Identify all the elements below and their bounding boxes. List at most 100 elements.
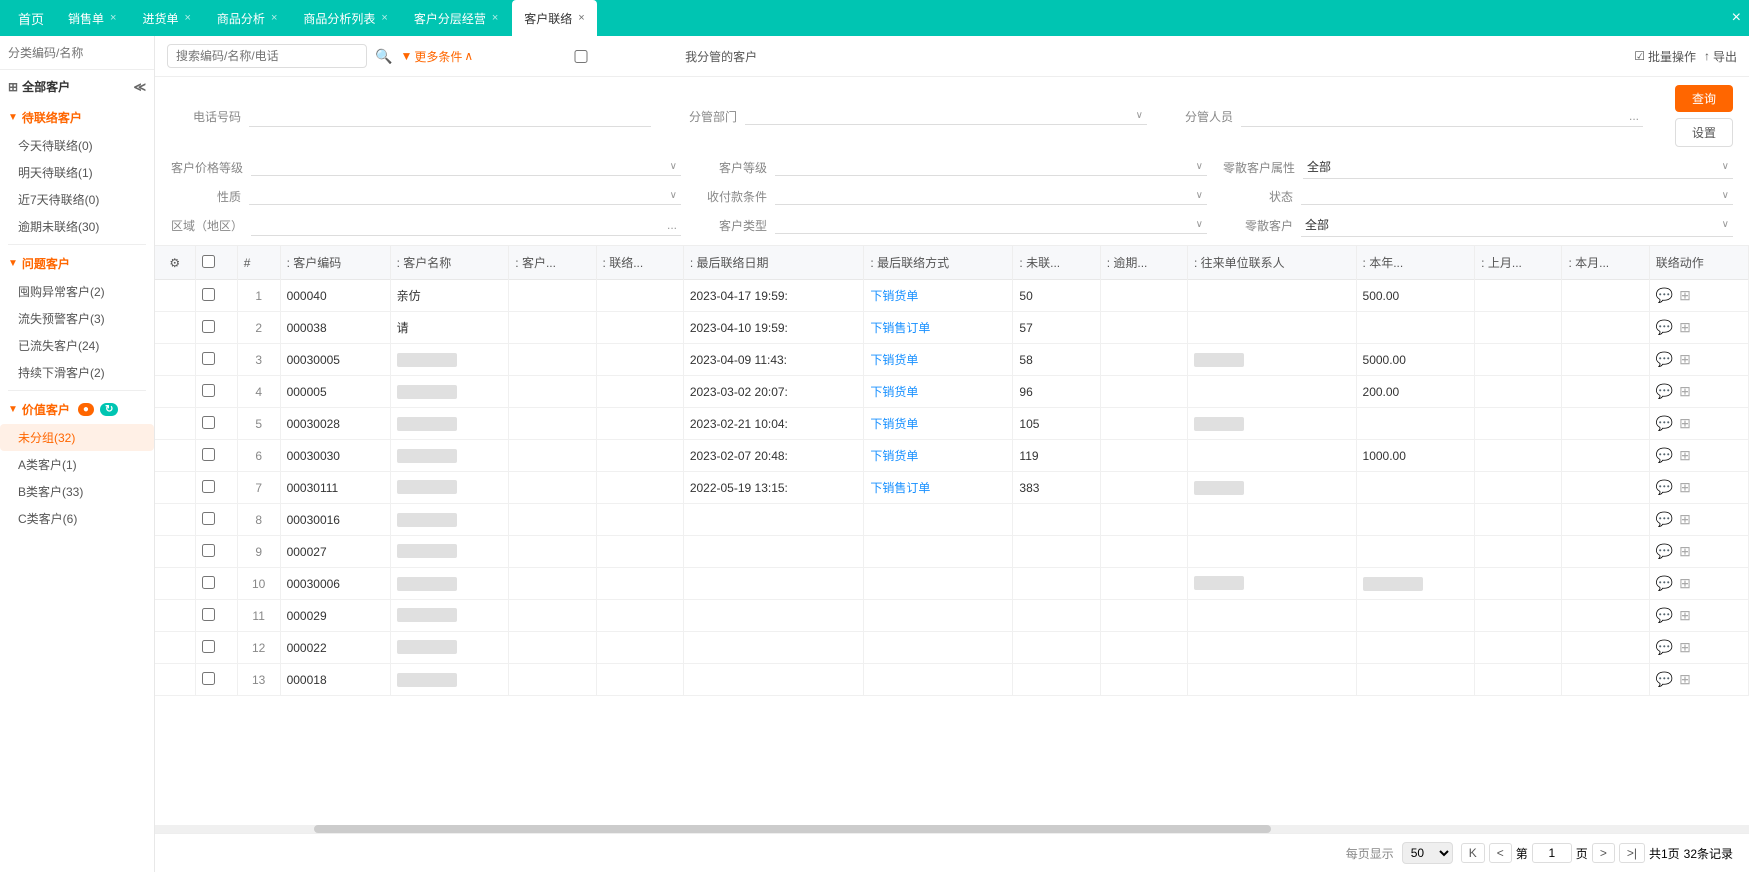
th-last-method[interactable]: : 最后联络方式 <box>864 246 1013 280</box>
td-row-last-method[interactable] <box>864 504 1013 536</box>
sidebar-item-declining[interactable]: 持续下滑客户(2) <box>0 359 154 386</box>
close-all-btn[interactable]: × <box>1732 9 1741 27</box>
close-sales-tab[interactable]: × <box>110 12 116 24</box>
td-row-check[interactable] <box>195 664 237 696</box>
td-row-last-method[interactable] <box>864 664 1013 696</box>
last-method-link[interactable]: 下销售订单 <box>870 321 930 335</box>
more-action-icon[interactable]: ⊞ <box>1679 479 1691 496</box>
filter-payment-select[interactable]: ∨ <box>775 187 1207 205</box>
row-checkbox[interactable] <box>202 608 215 621</box>
th-name[interactable]: : 客户名称 <box>390 246 509 280</box>
last-method-link[interactable]: 下销货单 <box>870 289 918 303</box>
contact-icon[interactable]: 💬 <box>1656 479 1673 496</box>
region-dots[interactable]: ... <box>667 218 677 232</box>
row-checkbox[interactable] <box>202 576 215 589</box>
nav-tab-sales[interactable]: 销售单 × <box>56 0 128 36</box>
my-customers-filter[interactable]: 我分管的客户 <box>481 48 757 65</box>
filter-nature-select[interactable]: ∨ <box>249 187 681 205</box>
contact-icon[interactable]: 💬 <box>1656 575 1673 592</box>
contact-icon[interactable]: 💬 <box>1656 447 1673 464</box>
prev-page-btn[interactable]: < <box>1489 843 1512 863</box>
filter-phone-input[interactable] <box>249 106 651 127</box>
contact-icon[interactable]: 💬 <box>1656 287 1673 304</box>
sidebar-item-tomorrow[interactable]: 明天待联络(1) <box>0 159 154 186</box>
close-analysis-list-tab[interactable]: × <box>381 12 387 24</box>
contact-icon[interactable]: 💬 <box>1656 415 1673 432</box>
nav-tab-customer-seg[interactable]: 客户分层经营 × <box>402 0 510 36</box>
td-row-last-method[interactable]: 下销售订单 <box>864 312 1013 344</box>
td-row-last-method[interactable]: 下销货单 <box>864 376 1013 408</box>
th-check[interactable] <box>195 246 237 280</box>
more-action-icon[interactable]: ⊞ <box>1679 639 1691 656</box>
sidebar-collapse-icon[interactable]: ≪ <box>133 80 146 94</box>
th-unit-contact[interactable]: : 往来单位联系人 <box>1187 246 1356 280</box>
filter-dept-select[interactable]: ∨ <box>745 107 1147 125</box>
more-action-icon[interactable]: ⊞ <box>1679 671 1691 688</box>
close-customer-contact-tab[interactable]: × <box>578 12 584 24</box>
td-row-check[interactable] <box>195 312 237 344</box>
sidebar-item-churned[interactable]: 已流失客户(24) <box>0 332 154 359</box>
filter-region-select[interactable]: ... <box>251 215 681 236</box>
horizontal-scrollbar[interactable] <box>155 825 1749 833</box>
td-row-check[interactable] <box>195 600 237 632</box>
last-method-link[interactable]: 下销货单 <box>870 417 918 431</box>
contact-icon[interactable]: 💬 <box>1656 319 1673 336</box>
row-checkbox[interactable] <box>202 512 215 525</box>
td-row-last-method[interactable]: 下销售订单 <box>864 472 1013 504</box>
sidebar-item-churn-warning[interactable]: 流失预警客户(3) <box>0 305 154 332</box>
close-analysis-tab[interactable]: × <box>271 12 277 24</box>
more-action-icon[interactable]: ⊞ <box>1679 575 1691 592</box>
th-code[interactable]: : 客户编码 <box>280 246 390 280</box>
filter-status-select[interactable]: ∨ <box>1301 187 1733 205</box>
td-row-check[interactable] <box>195 632 237 664</box>
more-action-icon[interactable]: ⊞ <box>1679 543 1691 560</box>
td-row-check[interactable] <box>195 568 237 600</box>
th-last-month[interactable]: : 上月... <box>1475 246 1562 280</box>
row-checkbox[interactable] <box>202 640 215 653</box>
batch-op-btn[interactable]: ☑ 批量操作 <box>1634 48 1696 65</box>
sidebar-item-7days[interactable]: 近7天待联络(0) <box>0 186 154 213</box>
row-checkbox[interactable] <box>202 288 215 301</box>
settings-icon[interactable]: ⚙ <box>169 256 180 270</box>
sidebar-item-c-class[interactable]: C类客户(6) <box>0 505 154 532</box>
filter-manager-select[interactable]: ... <box>1241 106 1643 127</box>
sidebar-item-a-class[interactable]: A类客户(1) <box>0 451 154 478</box>
last-method-link[interactable]: 下销货单 <box>870 385 918 399</box>
row-checkbox[interactable] <box>202 320 215 333</box>
sidebar-problem-group-title[interactable]: ▼ 问题客户 <box>0 249 154 278</box>
th-contact[interactable]: : 联络... <box>596 246 683 280</box>
th-uncontacted[interactable]: : 未联... <box>1013 246 1100 280</box>
nav-tab-analysis-list[interactable]: 商品分析列表 × <box>291 0 399 36</box>
export-btn[interactable]: ↑ 导出 <box>1704 48 1737 65</box>
th-last-date[interactable]: : 最后联络日期 <box>683 246 864 280</box>
last-method-link[interactable]: 下销售订单 <box>870 481 930 495</box>
sidebar-item-today[interactable]: 今天待联络(0) <box>0 132 154 159</box>
sidebar-item-hoarding[interactable]: 囤购异常客户(2) <box>0 278 154 305</box>
reset-button[interactable]: 设置 <box>1675 118 1733 147</box>
contact-icon[interactable]: 💬 <box>1656 607 1673 624</box>
more-action-icon[interactable]: ⊞ <box>1679 415 1691 432</box>
td-row-last-method[interactable]: 下销货单 <box>864 280 1013 312</box>
th-this-year[interactable]: : 本年... <box>1356 246 1475 280</box>
page-size-select[interactable]: 50 20 100 <box>1402 842 1453 864</box>
last-method-link[interactable]: 下销货单 <box>870 449 918 463</box>
nav-tab-analysis[interactable]: 商品分析 × <box>205 0 289 36</box>
td-row-check[interactable] <box>195 280 237 312</box>
th-overdue[interactable]: : 逾期... <box>1100 246 1187 280</box>
row-checkbox[interactable] <box>202 352 215 365</box>
contact-icon[interactable]: 💬 <box>1656 351 1673 368</box>
sidebar-wait-group-title[interactable]: ▼ 待联络客户 <box>0 103 154 132</box>
close-customer-seg-tab[interactable]: × <box>492 12 498 24</box>
scrollbar-thumb[interactable] <box>314 825 1270 833</box>
sidebar-search-input[interactable] <box>8 46 155 60</box>
td-row-check[interactable] <box>195 472 237 504</box>
nav-tab-customer-contact[interactable]: 客户联络 × <box>512 0 596 36</box>
td-row-check[interactable] <box>195 504 237 536</box>
price-group-refresh[interactable]: ↻ <box>100 403 118 416</box>
td-row-last-method[interactable] <box>864 600 1013 632</box>
td-row-last-method[interactable] <box>864 536 1013 568</box>
contact-icon[interactable]: 💬 <box>1656 511 1673 528</box>
filter-customer-level-select[interactable]: ∨ <box>775 158 1207 176</box>
td-row-check[interactable] <box>195 536 237 568</box>
td-row-check[interactable] <box>195 344 237 376</box>
